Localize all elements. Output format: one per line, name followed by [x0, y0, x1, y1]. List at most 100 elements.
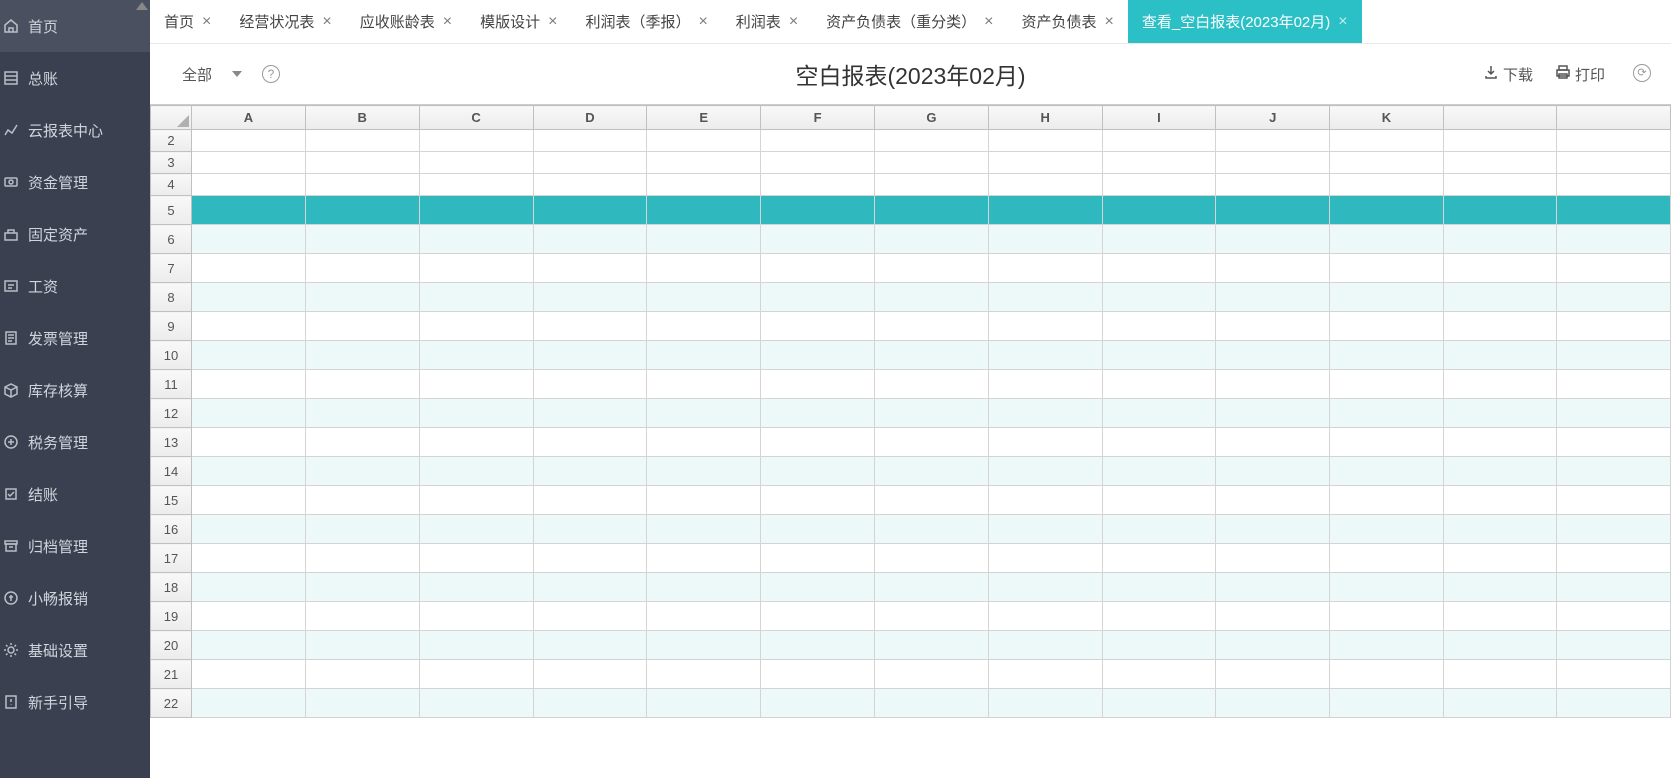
cell-2-11[interactable]	[1443, 130, 1556, 152]
cell-2-A[interactable]	[191, 130, 305, 152]
cell-21-A[interactable]	[191, 660, 305, 689]
cell-13-12[interactable]	[1557, 428, 1671, 457]
cell-11-H[interactable]	[988, 370, 1102, 399]
col-header-K[interactable]: K	[1330, 106, 1444, 130]
row-header-22[interactable]: 22	[151, 689, 192, 718]
cell-22-D[interactable]	[533, 689, 647, 718]
cell-16-B[interactable]	[305, 515, 419, 544]
cell-14-11[interactable]	[1443, 457, 1556, 486]
cell-6-E[interactable]	[647, 225, 761, 254]
cell-6-A[interactable]	[191, 225, 305, 254]
cell-18-I[interactable]	[1102, 573, 1216, 602]
cell-8-11[interactable]	[1443, 283, 1556, 312]
cell-22-I[interactable]	[1102, 689, 1216, 718]
cell-17-I[interactable]	[1102, 544, 1216, 573]
col-header-J[interactable]: J	[1216, 106, 1330, 130]
cell-9-G[interactable]	[874, 312, 988, 341]
cell-6-I[interactable]	[1102, 225, 1216, 254]
col-header-col11[interactable]	[1443, 106, 1556, 130]
cell-5-D[interactable]	[533, 196, 647, 225]
cell-20-11[interactable]	[1443, 631, 1556, 660]
cell-15-I[interactable]	[1102, 486, 1216, 515]
cell-8-C[interactable]	[419, 283, 533, 312]
cell-3-H[interactable]	[988, 152, 1102, 174]
cell-9-12[interactable]	[1557, 312, 1671, 341]
row-header-19[interactable]: 19	[151, 602, 192, 631]
cell-13-B[interactable]	[305, 428, 419, 457]
refresh-icon[interactable]: ⟳	[1633, 64, 1651, 82]
cell-15-F[interactable]	[761, 486, 875, 515]
cell-13-J[interactable]	[1216, 428, 1330, 457]
row-header-13[interactable]: 13	[151, 428, 192, 457]
cell-10-C[interactable]	[419, 341, 533, 370]
cell-19-11[interactable]	[1443, 602, 1556, 631]
cell-13-F[interactable]	[761, 428, 875, 457]
cell-22-H[interactable]	[988, 689, 1102, 718]
row-header-5[interactable]: 5	[151, 196, 192, 225]
cell-19-B[interactable]	[305, 602, 419, 631]
cell-5-11[interactable]	[1443, 196, 1556, 225]
col-header-G[interactable]: G	[874, 106, 988, 130]
cell-15-J[interactable]	[1216, 486, 1330, 515]
sidebar-item-3[interactable]: 资金管理	[0, 156, 150, 208]
cell-4-F[interactable]	[761, 174, 875, 196]
close-icon[interactable]: ×	[548, 14, 557, 30]
cell-3-F[interactable]	[761, 152, 875, 174]
cell-13-H[interactable]	[988, 428, 1102, 457]
spreadsheet[interactable]: ABCDEFGHIJK23456789101112131415161718192…	[150, 104, 1671, 778]
close-icon[interactable]: ×	[443, 14, 452, 30]
cell-13-D[interactable]	[533, 428, 647, 457]
cell-6-D[interactable]	[533, 225, 647, 254]
cell-11-G[interactable]	[874, 370, 988, 399]
cell-14-D[interactable]	[533, 457, 647, 486]
cell-22-K[interactable]	[1330, 689, 1444, 718]
cell-19-12[interactable]	[1557, 602, 1671, 631]
cell-3-12[interactable]	[1557, 152, 1671, 174]
cell-16-A[interactable]	[191, 515, 305, 544]
close-icon[interactable]: ×	[1338, 14, 1347, 30]
cell-12-J[interactable]	[1216, 399, 1330, 428]
col-header-E[interactable]: E	[647, 106, 761, 130]
cell-8-K[interactable]	[1330, 283, 1444, 312]
cell-2-J[interactable]	[1216, 130, 1330, 152]
cell-19-F[interactable]	[761, 602, 875, 631]
cell-10-E[interactable]	[647, 341, 761, 370]
close-icon[interactable]: ×	[789, 14, 798, 30]
cell-11-D[interactable]	[533, 370, 647, 399]
cell-20-C[interactable]	[419, 631, 533, 660]
cell-15-A[interactable]	[191, 486, 305, 515]
cell-22-E[interactable]	[647, 689, 761, 718]
row-header-18[interactable]: 18	[151, 573, 192, 602]
cell-5-12[interactable]	[1557, 196, 1671, 225]
cell-13-C[interactable]	[419, 428, 533, 457]
cell-4-B[interactable]	[305, 174, 419, 196]
row-header-20[interactable]: 20	[151, 631, 192, 660]
tab-7[interactable]: 资产负债表×	[1008, 0, 1128, 43]
cell-12-11[interactable]	[1443, 399, 1556, 428]
cell-7-H[interactable]	[988, 254, 1102, 283]
cell-6-12[interactable]	[1557, 225, 1671, 254]
cell-21-G[interactable]	[874, 660, 988, 689]
cell-3-A[interactable]	[191, 152, 305, 174]
close-icon[interactable]: ×	[698, 14, 707, 30]
col-header-I[interactable]: I	[1102, 106, 1216, 130]
cell-22-C[interactable]	[419, 689, 533, 718]
cell-4-I[interactable]	[1102, 174, 1216, 196]
cell-4-D[interactable]	[533, 174, 647, 196]
cell-15-D[interactable]	[533, 486, 647, 515]
cell-18-12[interactable]	[1557, 573, 1671, 602]
cell-2-K[interactable]	[1330, 130, 1444, 152]
cell-4-12[interactable]	[1557, 174, 1671, 196]
cell-5-J[interactable]	[1216, 196, 1330, 225]
cell-10-K[interactable]	[1330, 341, 1444, 370]
cell-8-H[interactable]	[988, 283, 1102, 312]
cell-16-D[interactable]	[533, 515, 647, 544]
cell-12-E[interactable]	[647, 399, 761, 428]
cell-10-11[interactable]	[1443, 341, 1556, 370]
tab-3[interactable]: 模版设计×	[466, 0, 571, 43]
cell-3-G[interactable]	[874, 152, 988, 174]
row-header-6[interactable]: 6	[151, 225, 192, 254]
cell-8-J[interactable]	[1216, 283, 1330, 312]
cell-21-K[interactable]	[1330, 660, 1444, 689]
cell-4-11[interactable]	[1443, 174, 1556, 196]
